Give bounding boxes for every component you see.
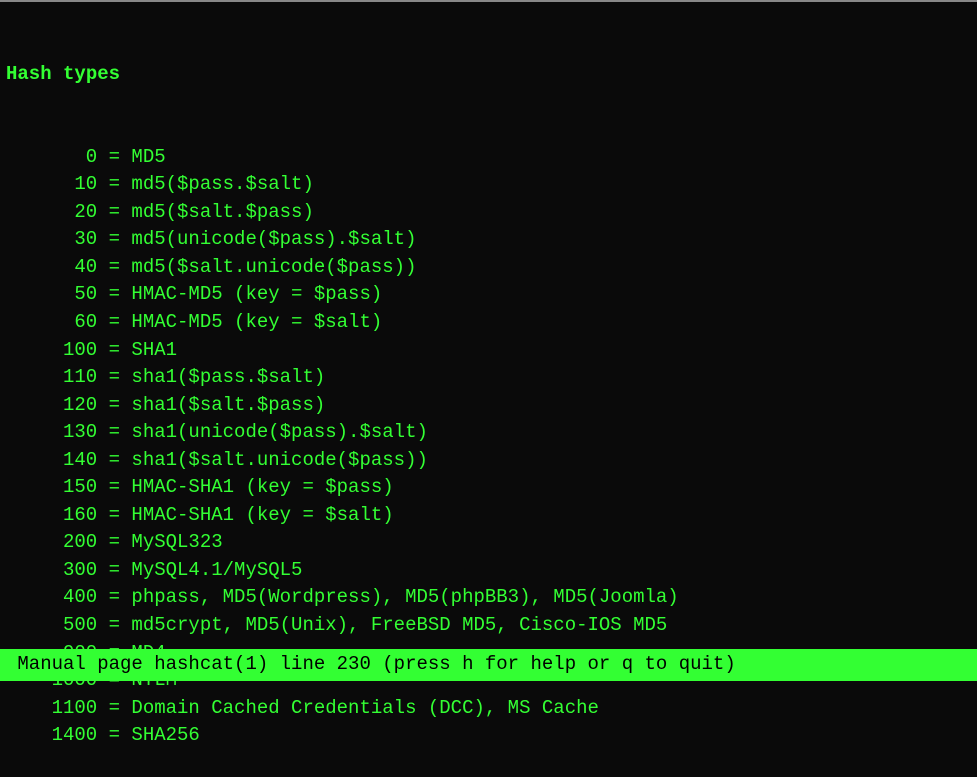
separator: = bbox=[97, 281, 131, 309]
hash-type-id: 0 bbox=[6, 144, 97, 172]
separator: = bbox=[97, 529, 131, 557]
hash-type-name: sha1($salt.$pass) bbox=[131, 392, 325, 420]
hash-type-name: sha1(unicode($pass).$salt) bbox=[131, 419, 427, 447]
hash-type-row: 300 = MySQL4.1/MySQL5 bbox=[6, 557, 971, 585]
separator: = bbox=[97, 144, 131, 172]
hash-type-id: 100 bbox=[6, 337, 97, 365]
hash-type-row: 1400 = SHA256 bbox=[6, 722, 971, 750]
hash-type-row: 120 = sha1($salt.$pass) bbox=[6, 392, 971, 420]
hash-type-id: 1400 bbox=[6, 722, 97, 750]
hash-type-row: 20 = md5($salt.$pass) bbox=[6, 199, 971, 227]
hash-type-name: phpass, MD5(Wordpress), MD5(phpBB3), MD5… bbox=[131, 584, 678, 612]
hash-type-id: 10 bbox=[6, 171, 97, 199]
hash-type-row: 10 = md5($pass.$salt) bbox=[6, 171, 971, 199]
hash-type-name: MySQL323 bbox=[131, 529, 222, 557]
hash-type-row: 500 = md5crypt, MD5(Unix), FreeBSD MD5, … bbox=[6, 612, 971, 640]
hash-type-id: 60 bbox=[6, 309, 97, 337]
hash-type-name: sha1($pass.$salt) bbox=[131, 364, 325, 392]
separator: = bbox=[97, 612, 131, 640]
hash-type-row: 1100 = Domain Cached Credentials (DCC), … bbox=[6, 695, 971, 723]
hash-type-id: 200 bbox=[6, 529, 97, 557]
hash-type-name: HMAC-SHA1 (key = $pass) bbox=[131, 474, 393, 502]
hash-type-row: 130 = sha1(unicode($pass).$salt) bbox=[6, 419, 971, 447]
hash-type-name: HMAC-MD5 (key = $pass) bbox=[131, 281, 382, 309]
hash-type-id: 120 bbox=[6, 392, 97, 420]
hash-type-row: 150 = HMAC-SHA1 (key = $pass) bbox=[6, 474, 971, 502]
separator: = bbox=[97, 474, 131, 502]
hash-type-name: MD5 bbox=[131, 144, 165, 172]
section-header: Hash types bbox=[6, 61, 971, 89]
hash-type-name: Domain Cached Credentials (DCC), MS Cach… bbox=[131, 695, 598, 723]
hash-type-row: 400 = phpass, MD5(Wordpress), MD5(phpBB3… bbox=[6, 584, 971, 612]
hash-type-name: md5($salt.unicode($pass)) bbox=[131, 254, 416, 282]
hash-type-row: 30 = md5(unicode($pass).$salt) bbox=[6, 226, 971, 254]
separator: = bbox=[97, 722, 131, 750]
separator: = bbox=[97, 584, 131, 612]
separator: = bbox=[97, 695, 131, 723]
hash-type-name: SHA1 bbox=[131, 337, 177, 365]
separator: = bbox=[97, 254, 131, 282]
hash-type-name: SHA256 bbox=[131, 722, 199, 750]
hash-type-row: 50 = HMAC-MD5 (key = $pass) bbox=[6, 281, 971, 309]
separator: = bbox=[97, 502, 131, 530]
hash-type-id: 50 bbox=[6, 281, 97, 309]
separator: = bbox=[97, 226, 131, 254]
hash-type-id: 140 bbox=[6, 447, 97, 475]
hash-type-name: md5($salt.$pass) bbox=[131, 199, 313, 227]
hash-type-name: HMAC-MD5 (key = $salt) bbox=[131, 309, 382, 337]
hash-type-row: 140 = sha1($salt.unicode($pass)) bbox=[6, 447, 971, 475]
pager-status-bar[interactable]: Manual page hashcat(1) line 230 (press h… bbox=[0, 649, 977, 681]
hash-type-row: 0 = MD5 bbox=[6, 144, 971, 172]
hash-type-id: 110 bbox=[6, 364, 97, 392]
separator: = bbox=[97, 309, 131, 337]
hash-type-name: MySQL4.1/MySQL5 bbox=[131, 557, 302, 585]
hash-type-id: 300 bbox=[6, 557, 97, 585]
separator: = bbox=[97, 337, 131, 365]
hash-type-id: 130 bbox=[6, 419, 97, 447]
hash-type-id: 30 bbox=[6, 226, 97, 254]
hash-type-id: 1100 bbox=[6, 695, 97, 723]
separator: = bbox=[97, 171, 131, 199]
separator: = bbox=[97, 447, 131, 475]
separator: = bbox=[97, 557, 131, 585]
hash-type-row: 60 = HMAC-MD5 (key = $salt) bbox=[6, 309, 971, 337]
separator: = bbox=[97, 199, 131, 227]
hash-type-id: 160 bbox=[6, 502, 97, 530]
hash-type-name: md5crypt, MD5(Unix), FreeBSD MD5, Cisco-… bbox=[131, 612, 667, 640]
separator: = bbox=[97, 392, 131, 420]
hash-type-name: md5($pass.$salt) bbox=[131, 171, 313, 199]
hash-type-row: 200 = MySQL323 bbox=[6, 529, 971, 557]
hash-type-row: 160 = HMAC-SHA1 (key = $salt) bbox=[6, 502, 971, 530]
hash-type-row: 40 = md5($salt.unicode($pass)) bbox=[6, 254, 971, 282]
hash-type-id: 150 bbox=[6, 474, 97, 502]
hash-type-name: md5(unicode($pass).$salt) bbox=[131, 226, 416, 254]
hash-type-id: 40 bbox=[6, 254, 97, 282]
separator: = bbox=[97, 364, 131, 392]
hash-type-id: 20 bbox=[6, 199, 97, 227]
hash-type-name: HMAC-SHA1 (key = $salt) bbox=[131, 502, 393, 530]
separator: = bbox=[97, 419, 131, 447]
hash-type-row: 110 = sha1($pass.$salt) bbox=[6, 364, 971, 392]
hash-type-id: 400 bbox=[6, 584, 97, 612]
hash-type-row: 100 = SHA1 bbox=[6, 337, 971, 365]
hash-type-id: 500 bbox=[6, 612, 97, 640]
hash-type-name: sha1($salt.unicode($pass)) bbox=[131, 447, 427, 475]
